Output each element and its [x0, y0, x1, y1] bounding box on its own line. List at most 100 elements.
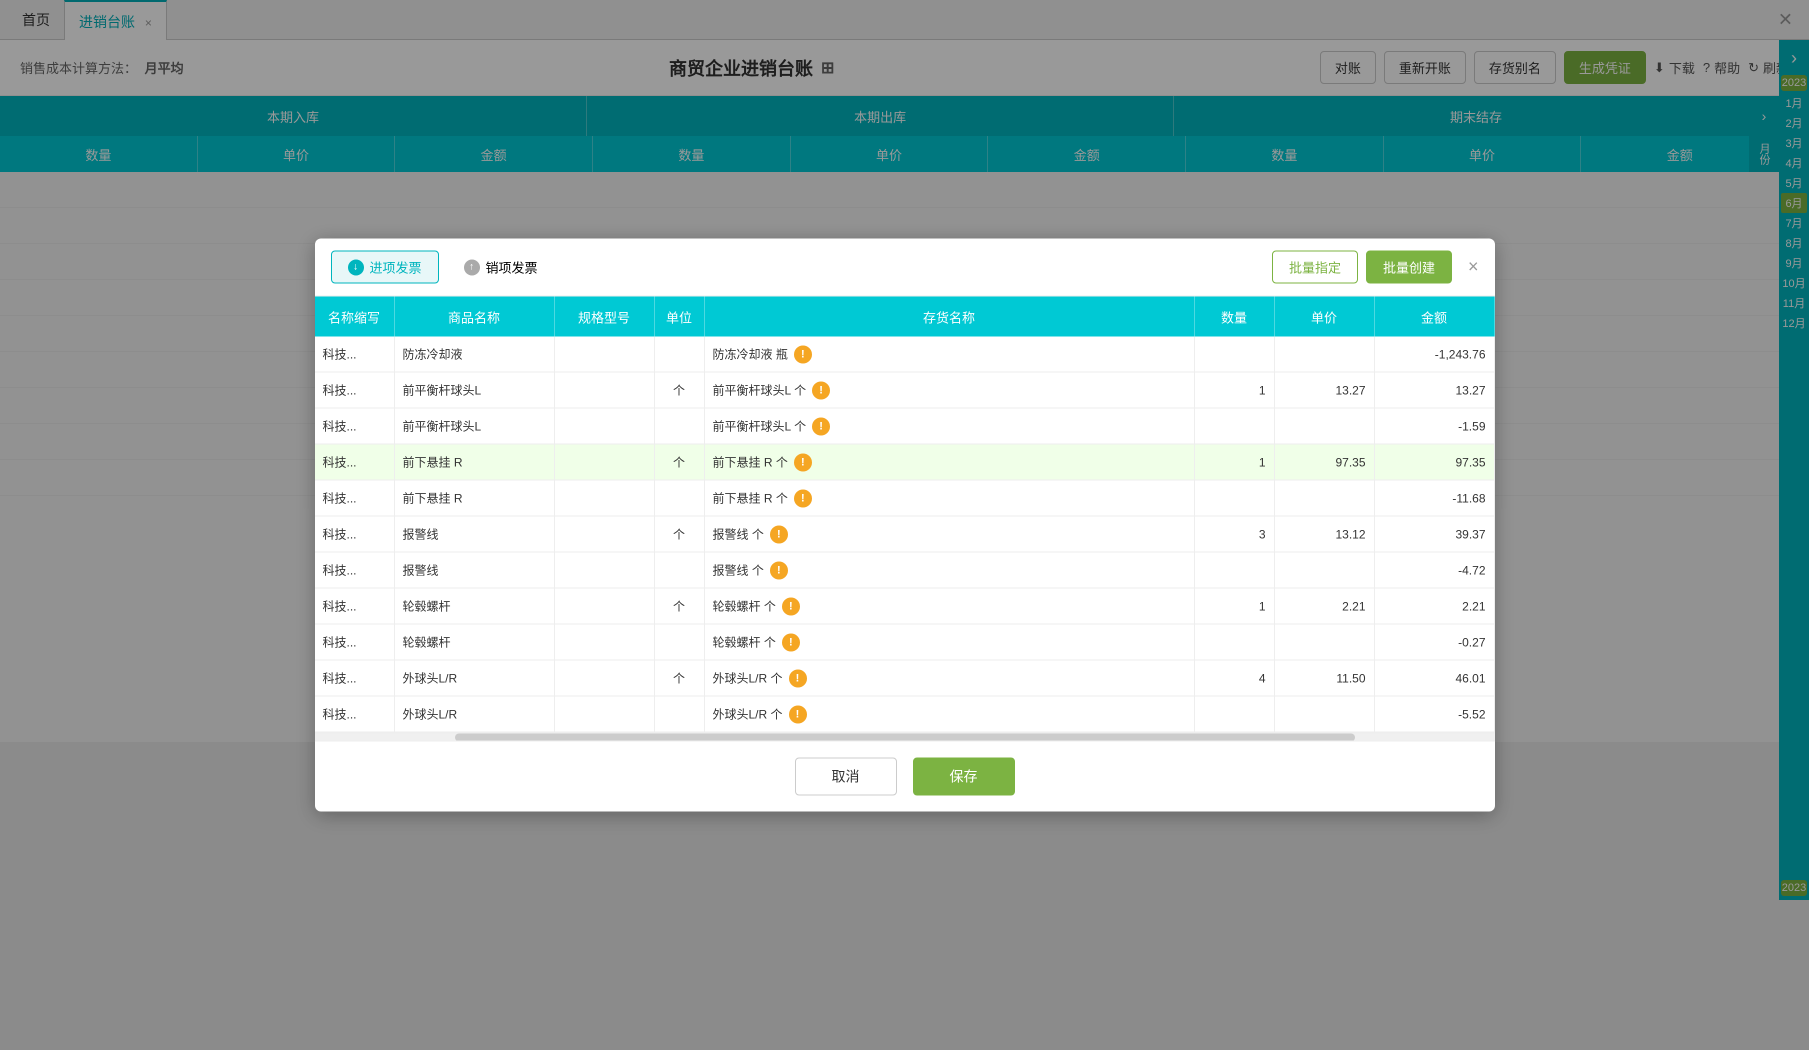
cell-amount: 97.35 [1375, 445, 1495, 480]
warning-icon: ! [782, 597, 800, 615]
cell-spec [555, 445, 655, 480]
cell-spec [555, 697, 655, 732]
cell-name: 前平衡杆球头L [395, 373, 555, 408]
cell-amount: -4.72 [1375, 553, 1495, 588]
cell-price: 13.12 [1275, 517, 1375, 552]
cell-price: 2.21 [1275, 589, 1375, 624]
save-button[interactable]: 保存 [913, 758, 1015, 796]
horizontal-scrollbar[interactable] [315, 733, 1495, 741]
table-row: 科技... 防冻冷却液 防冻冷却液 瓶 ! -1,243.76 [315, 337, 1495, 373]
cell-price [1275, 697, 1375, 732]
cell-stock: 外球头L/R 个 ! [705, 697, 1195, 732]
cell-qty [1195, 409, 1275, 444]
cell-amount: 39.37 [1375, 517, 1495, 552]
warning-icon: ! [812, 417, 830, 435]
cell-stock: 报警线 个 ! [705, 517, 1195, 552]
cell-stock: 前下悬挂 R 个 ! [705, 481, 1195, 516]
cell-spec [555, 517, 655, 552]
cell-abbr: 科技... [315, 661, 395, 696]
cell-name: 报警线 [395, 517, 555, 552]
cell-abbr: 科技... [315, 589, 395, 624]
cell-unit [655, 337, 705, 372]
cell-spec [555, 481, 655, 516]
col-header-qty: 数量 [1195, 297, 1275, 337]
cell-abbr: 科技... [315, 481, 395, 516]
cell-amount: -11.68 [1375, 481, 1495, 516]
cell-price [1275, 337, 1375, 372]
col-header-amount: 金额 [1375, 297, 1495, 337]
tab-outbound-invoice[interactable]: ↑ 销项发票 [447, 251, 555, 284]
cell-price [1275, 553, 1375, 588]
table-row: 科技... 报警线 报警线 个 ! -4.72 [315, 553, 1495, 589]
table-row: 科技... 报警线 个 报警线 个 ! 3 13.12 39.37 [315, 517, 1495, 553]
cell-price [1275, 625, 1375, 660]
cell-spec [555, 409, 655, 444]
cell-qty [1195, 553, 1275, 588]
cell-spec [555, 553, 655, 588]
cell-abbr: 科技... [315, 553, 395, 588]
cell-name: 外球头L/R [395, 661, 555, 696]
batch-create-button[interactable]: 批量创建 [1366, 251, 1452, 284]
table-row: 科技... 轮毂螺杆 个 轮毂螺杆 个 ! 1 2.21 2.21 [315, 589, 1495, 625]
cell-amount: -1.59 [1375, 409, 1495, 444]
cell-qty: 4 [1195, 661, 1275, 696]
cell-spec [555, 625, 655, 660]
tab-inbound-invoice[interactable]: ↓ 进项发票 [331, 251, 439, 284]
table-row: 科技... 外球头L/R 个 外球头L/R 个 ! 4 11.50 46.01 [315, 661, 1495, 697]
dialog-action-buttons: 批量指定 批量创建 [1272, 251, 1452, 284]
table-row: 科技... 外球头L/R 外球头L/R 个 ! -5.52 [315, 697, 1495, 733]
inbound-tab-icon: ↓ [348, 259, 364, 275]
warning-icon: ! [794, 345, 812, 363]
cell-stock: 轮毂螺杆 个 ! [705, 625, 1195, 660]
table-row: 科技... 轮毂螺杆 轮毂螺杆 个 ! -0.27 [315, 625, 1495, 661]
table-row: 科技... 前平衡杆球头L 前平衡杆球头L 个 ! -1.59 [315, 409, 1495, 445]
cell-abbr: 科技... [315, 373, 395, 408]
cell-name: 外球头L/R [395, 697, 555, 732]
cell-abbr: 科技... [315, 697, 395, 732]
cell-abbr: 科技... [315, 337, 395, 372]
cell-abbr: 科技... [315, 517, 395, 552]
dialog-table-header: 名称缩写 商品名称 规格型号 单位 存货名称 数量 单价 金额 [315, 297, 1495, 337]
cell-name: 轮毂螺杆 [395, 589, 555, 624]
cell-spec [555, 661, 655, 696]
dialog-footer: 取消 保存 [315, 741, 1495, 812]
cell-price: 11.50 [1275, 661, 1375, 696]
cell-stock: 外球头L/R 个 ! [705, 661, 1195, 696]
warning-icon: ! [770, 561, 788, 579]
table-row: 科技... 前下悬挂 R 前下悬挂 R 个 ! -11.68 [315, 481, 1495, 517]
warning-icon: ! [794, 489, 812, 507]
cell-qty [1195, 697, 1275, 732]
dialog-table: 名称缩写 商品名称 规格型号 单位 存货名称 数量 单价 金额 科技... 防冻… [315, 297, 1495, 741]
scrollbar-thumb[interactable] [455, 734, 1355, 741]
cell-spec [555, 589, 655, 624]
cancel-button[interactable]: 取消 [795, 758, 897, 796]
cell-stock: 轮毂螺杆 个 ! [705, 589, 1195, 624]
cell-unit: 个 [655, 445, 705, 480]
cell-amount: 13.27 [1375, 373, 1495, 408]
table-row: 科技... 前下悬挂 R 个 前下悬挂 R 个 ! 1 97.35 97.35 [315, 445, 1495, 481]
cell-amount: 2.21 [1375, 589, 1495, 624]
cell-price: 13.27 [1275, 373, 1375, 408]
cell-unit [655, 481, 705, 516]
cell-unit: 个 [655, 589, 705, 624]
cell-name: 前下悬挂 R [395, 445, 555, 480]
dialog-header: ↓ 进项发票 ↑ 销项发票 批量指定 批量创建 × [315, 239, 1495, 297]
cell-abbr: 科技... [315, 445, 395, 480]
col-header-stock: 存货名称 [705, 297, 1195, 337]
cell-name: 防冻冷却液 [395, 337, 555, 372]
cell-name: 前下悬挂 R [395, 481, 555, 516]
cell-unit [655, 625, 705, 660]
cell-qty: 3 [1195, 517, 1275, 552]
cell-unit [655, 697, 705, 732]
dialog-close-button[interactable]: × [1468, 257, 1479, 278]
cell-stock: 报警线 个 ! [705, 553, 1195, 588]
cell-qty: 1 [1195, 445, 1275, 480]
cell-unit: 个 [655, 517, 705, 552]
cell-abbr: 科技... [315, 625, 395, 660]
cell-amount: -5.52 [1375, 697, 1495, 732]
cell-stock: 防冻冷却液 瓶 ! [705, 337, 1195, 372]
col-header-unit: 单位 [655, 297, 705, 337]
cell-spec [555, 373, 655, 408]
batch-assign-button[interactable]: 批量指定 [1272, 251, 1358, 284]
outbound-tab-icon: ↑ [464, 259, 480, 275]
